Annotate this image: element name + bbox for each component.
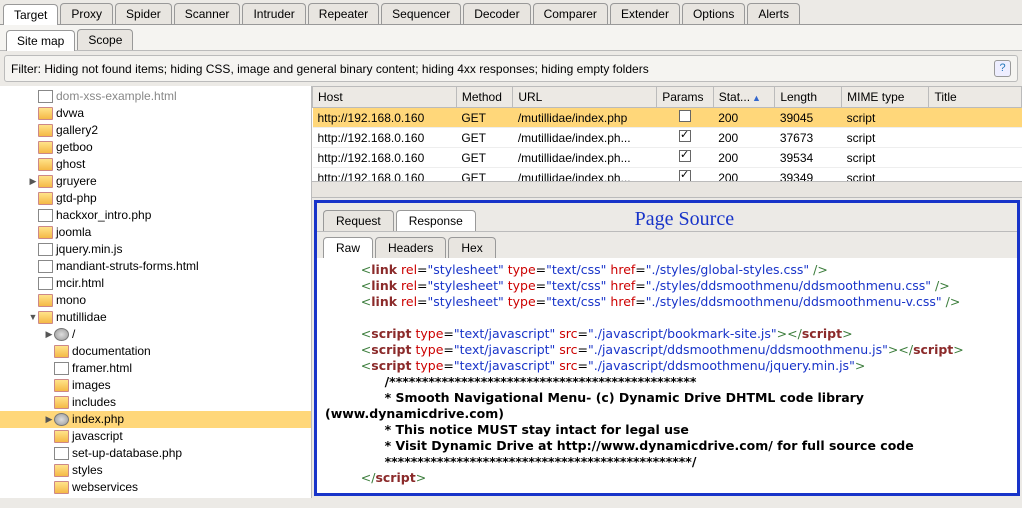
site-tree[interactable]: dom-xss-example.htmldvwagallery2getboogh… [0, 86, 312, 498]
col-method[interactable]: Method [456, 87, 513, 108]
tab-repeater[interactable]: Repeater [308, 3, 379, 24]
tab-proxy[interactable]: Proxy [60, 3, 113, 24]
detail-panel: RequestResponse Page Source RawHeadersHex… [314, 200, 1020, 496]
filter-text: Filter: Hiding not found items; hiding C… [11, 62, 649, 76]
tree-item-mutillidae[interactable]: ▼mutillidae [0, 309, 311, 326]
col-title[interactable]: Title [929, 87, 1022, 108]
tree-item-ghost[interactable]: ghost [0, 156, 311, 173]
tree-item-framer-html[interactable]: framer.html [0, 360, 311, 377]
folder-icon [54, 396, 69, 409]
tree-item-dom-xss-example-html[interactable]: dom-xss-example.html [0, 88, 311, 105]
file-icon [38, 90, 53, 103]
col-length[interactable]: Length [775, 87, 842, 108]
subtab-site-map[interactable]: Site map [6, 30, 75, 51]
file-icon [54, 362, 69, 375]
table-row[interactable]: http://192.168.0.160GET/mutillidae/index… [313, 148, 1022, 168]
tree-item-getboo[interactable]: getboo [0, 139, 311, 156]
tree-item-dvwa[interactable]: dvwa [0, 105, 311, 122]
file-icon [38, 209, 53, 222]
subtab-scope[interactable]: Scope [77, 29, 133, 50]
folder-icon [38, 311, 53, 324]
folder-icon [54, 464, 69, 477]
gear-icon [54, 328, 69, 341]
raw-tab-raw[interactable]: Raw [323, 237, 373, 258]
tab-intruder[interactable]: Intruder [242, 3, 305, 24]
tree-item-jquery-min-js[interactable]: jquery.min.js [0, 241, 311, 258]
table-row[interactable]: http://192.168.0.160GET/mutillidae/index… [313, 108, 1022, 128]
gear-icon [54, 413, 69, 426]
tree-item-mcir-html[interactable]: mcir.html [0, 275, 311, 292]
filter-bar[interactable]: Filter: Hiding not found items; hiding C… [4, 55, 1018, 82]
params-checkbox [679, 170, 691, 181]
tree-item-mono[interactable]: mono [0, 292, 311, 309]
tree-item-documentation[interactable]: documentation [0, 343, 311, 360]
tab-scanner[interactable]: Scanner [174, 3, 241, 24]
params-checkbox [679, 130, 691, 142]
tree-item-webservices[interactable]: webservices [0, 479, 311, 496]
col-mimetype[interactable]: MIME type [842, 87, 929, 108]
file-icon [38, 260, 53, 273]
tree-item-mandiant-struts-forms-html[interactable]: mandiant-struts-forms.html [0, 258, 311, 275]
tree-item-javascript[interactable]: javascript [0, 428, 311, 445]
tree-item-joomla[interactable]: joomla [0, 224, 311, 241]
help-icon[interactable]: ? [994, 60, 1011, 77]
folder-icon [54, 430, 69, 443]
raw-tab-hex[interactable]: Hex [448, 237, 495, 258]
file-icon [38, 243, 53, 256]
file-icon [38, 277, 53, 290]
horizontal-scrollbar[interactable] [312, 181, 1022, 197]
col-stat[interactable]: Stat...▲ [713, 87, 775, 108]
folder-icon [38, 294, 53, 307]
tree-item-includes[interactable]: includes [0, 394, 311, 411]
tab-decoder[interactable]: Decoder [463, 3, 530, 24]
tree-item-styles[interactable]: styles [0, 462, 311, 479]
sub-tabs: Site mapScope [0, 25, 1022, 51]
tab-target[interactable]: Target [3, 4, 58, 25]
folder-icon [38, 226, 53, 239]
main-tabs: TargetProxySpiderScannerIntruderRepeater… [0, 0, 1022, 25]
folder-icon [54, 379, 69, 392]
tree-item--[interactable]: ▶/ [0, 326, 311, 343]
tab-options[interactable]: Options [682, 3, 745, 24]
params-checkbox [679, 110, 691, 122]
tree-item-hackxor-intro-php[interactable]: hackxor_intro.php [0, 207, 311, 224]
tree-item-index-php[interactable]: ▶index.php [0, 411, 311, 428]
raw-tab-headers[interactable]: Headers [375, 237, 446, 258]
tree-item-gallery2[interactable]: gallery2 [0, 122, 311, 139]
folder-icon [38, 124, 53, 137]
folder-icon [54, 345, 69, 358]
tree-item-set-up-database-php[interactable]: set-up-database.php [0, 445, 311, 462]
tab-spider[interactable]: Spider [115, 3, 172, 24]
tree-item-mutillidae[interactable]: mutillidae [0, 496, 311, 498]
page-source-label: Page Source [635, 208, 854, 231]
col-url[interactable]: URL [513, 87, 657, 108]
tree-item-gruyere[interactable]: ▶gruyere [0, 173, 311, 190]
tab-extender[interactable]: Extender [610, 3, 680, 24]
tab-alerts[interactable]: Alerts [747, 3, 800, 24]
tree-item-images[interactable]: images [0, 377, 311, 394]
params-checkbox [679, 150, 691, 162]
table-row[interactable]: http://192.168.0.160GET/mutillidae/index… [313, 168, 1022, 182]
detail-tab-response[interactable]: Response [396, 210, 476, 231]
folder-icon [38, 141, 53, 154]
request-table[interactable]: HostMethodURLParamsStat...▲LengthMIME ty… [312, 86, 1022, 198]
col-params[interactable]: Params [657, 87, 714, 108]
source-view[interactable]: <link rel="stylesheet" type="text/css" h… [317, 258, 1017, 493]
col-host[interactable]: Host [313, 87, 457, 108]
folder-icon [38, 107, 53, 120]
tab-comparer[interactable]: Comparer [533, 3, 608, 24]
tab-sequencer[interactable]: Sequencer [381, 3, 461, 24]
file-icon [54, 447, 69, 460]
folder-icon [38, 192, 53, 205]
folder-icon [38, 175, 53, 188]
tree-item-gtd-php[interactable]: gtd-php [0, 190, 311, 207]
folder-icon [38, 158, 53, 171]
table-row[interactable]: http://192.168.0.160GET/mutillidae/index… [313, 128, 1022, 148]
detail-tab-request[interactable]: Request [323, 210, 394, 231]
folder-icon [54, 481, 69, 494]
